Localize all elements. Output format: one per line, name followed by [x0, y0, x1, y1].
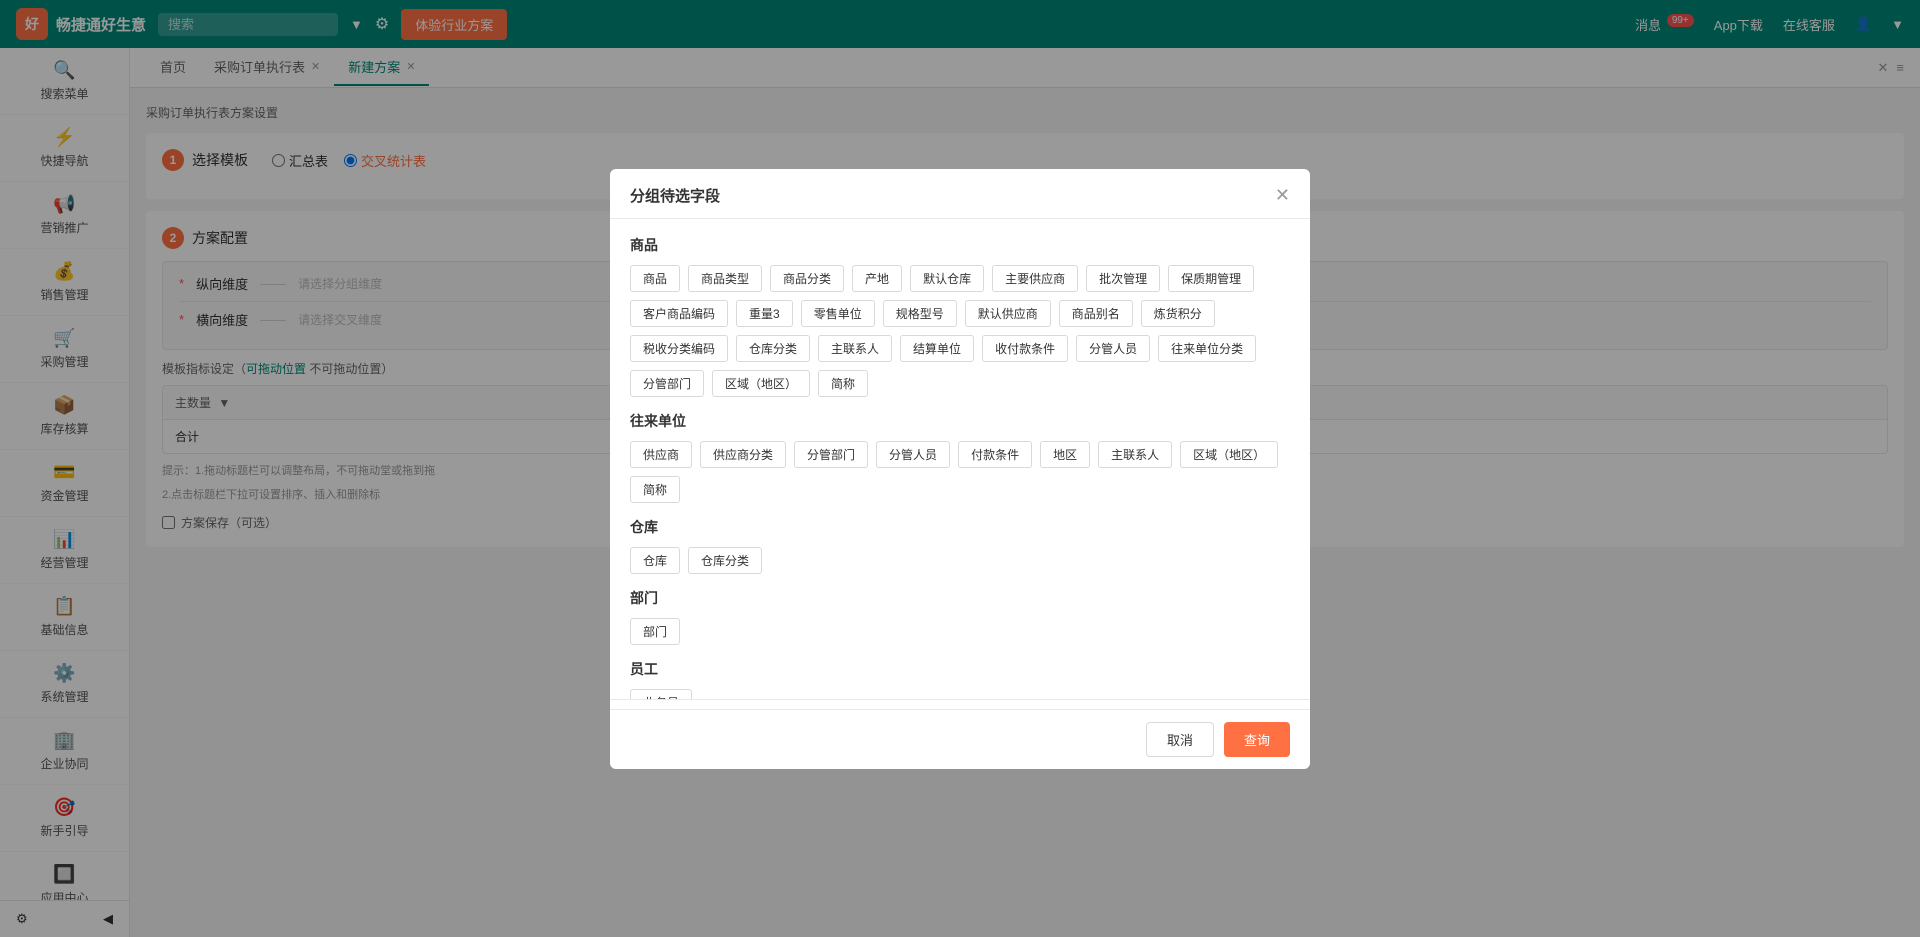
field-tag-保质期管理[interactable]: 保质期管理 — [1168, 265, 1254, 292]
field-tag-商品[interactable]: 商品 — [630, 265, 680, 292]
modal-overlay: 分组待选字段 ✕ 商品商品商品类型商品分类产地默认仓库主要供应商批次管理保质期管… — [0, 0, 1920, 937]
field-tag-仓库[interactable]: 仓库 — [630, 547, 680, 574]
field-tag-分管部门[interactable]: 分管部门 — [630, 370, 704, 397]
section-title-employee: 员工 — [630, 659, 1290, 679]
field-tag-主联系人[interactable]: 主联系人 — [1098, 441, 1172, 468]
section-title-partner: 往来单位 — [630, 411, 1290, 431]
modal-hscroll[interactable] — [610, 699, 1310, 709]
section-title-warehouse: 仓库 — [630, 517, 1290, 537]
field-tag-地区[interactable]: 地区 — [1040, 441, 1090, 468]
modal-footer: 取消 查询 — [610, 709, 1310, 769]
field-tag-仓库分类[interactable]: 仓库分类 — [688, 547, 762, 574]
modal-hscroll-inner — [610, 700, 1310, 701]
modal-dialog: 分组待选字段 ✕ 商品商品商品类型商品分类产地默认仓库主要供应商批次管理保质期管… — [610, 169, 1310, 769]
modal-close-btn[interactable]: ✕ — [1275, 185, 1290, 206]
field-tag-部门[interactable]: 部门 — [630, 618, 680, 645]
field-tag-往来单位分类[interactable]: 往来单位分类 — [1158, 335, 1256, 362]
field-tags-employee: 业务员 — [630, 689, 1290, 699]
field-tag-分管部门[interactable]: 分管部门 — [794, 441, 868, 468]
field-tag-主要供应商[interactable]: 主要供应商 — [992, 265, 1078, 292]
field-tag-税收分类编码[interactable]: 税收分类编码 — [630, 335, 728, 362]
modal-header: 分组待选字段 ✕ — [610, 169, 1310, 219]
field-tag-结算单位[interactable]: 结算单位 — [900, 335, 974, 362]
field-tag-简称[interactable]: 简称 — [630, 476, 680, 503]
section-title-goods: 商品 — [630, 235, 1290, 255]
field-tag-供应商[interactable]: 供应商 — [630, 441, 692, 468]
field-tag-重量3[interactable]: 重量3 — [736, 300, 793, 327]
field-tag-零售单位[interactable]: 零售单位 — [801, 300, 875, 327]
modal-title: 分组待选字段 — [630, 185, 720, 206]
field-tag-付款条件[interactable]: 付款条件 — [958, 441, 1032, 468]
field-tags-department: 部门 — [630, 618, 1290, 645]
modal-cancel-btn[interactable]: 取消 — [1146, 722, 1214, 757]
field-tags-partner: 供应商供应商分类分管部门分管人员付款条件地区主联系人区域（地区） 简称 — [630, 441, 1290, 503]
field-tag-区域（地区）[interactable]: 区域（地区） — [712, 370, 810, 397]
field-tag-炼货积分[interactable]: 炼货积分 — [1141, 300, 1215, 327]
field-tag-商品分类[interactable]: 商品分类 — [770, 265, 844, 292]
field-tags-goods: 商品商品类型商品分类产地默认仓库主要供应商批次管理保质期管理客户商品编码重量3 零… — [630, 265, 1290, 397]
field-tag-分管人员[interactable]: 分管人员 — [1076, 335, 1150, 362]
field-tag-分管人员[interactable]: 分管人员 — [876, 441, 950, 468]
section-title-department: 部门 — [630, 588, 1290, 608]
field-tag-客户商品编码[interactable]: 客户商品编码 — [630, 300, 728, 327]
modal-body: 商品商品商品类型商品分类产地默认仓库主要供应商批次管理保质期管理客户商品编码重量… — [610, 219, 1310, 699]
field-tag-收付款条件[interactable]: 收付款条件 — [982, 335, 1068, 362]
field-tag-商品别名[interactable]: 商品别名 — [1059, 300, 1133, 327]
field-tag-商品类型[interactable]: 商品类型 — [688, 265, 762, 292]
field-tag-业务员[interactable]: 业务员 — [630, 689, 692, 699]
field-tags-warehouse: 仓库仓库分类 — [630, 547, 1290, 574]
field-tag-默认供应商[interactable]: 默认供应商 — [965, 300, 1051, 327]
field-tag-简称[interactable]: 简称 — [818, 370, 868, 397]
field-tag-区域（地区）[interactable]: 区域（地区） — [1180, 441, 1278, 468]
modal-confirm-btn[interactable]: 查询 — [1224, 722, 1290, 757]
field-tag-批次管理[interactable]: 批次管理 — [1086, 265, 1160, 292]
field-tag-仓库分类[interactable]: 仓库分类 — [736, 335, 810, 362]
field-tag-主联系人[interactable]: 主联系人 — [818, 335, 892, 362]
field-tag-规格型号[interactable]: 规格型号 — [883, 300, 957, 327]
field-tag-供应商分类[interactable]: 供应商分类 — [700, 441, 786, 468]
field-tag-产地[interactable]: 产地 — [852, 265, 902, 292]
field-tag-默认仓库[interactable]: 默认仓库 — [910, 265, 984, 292]
